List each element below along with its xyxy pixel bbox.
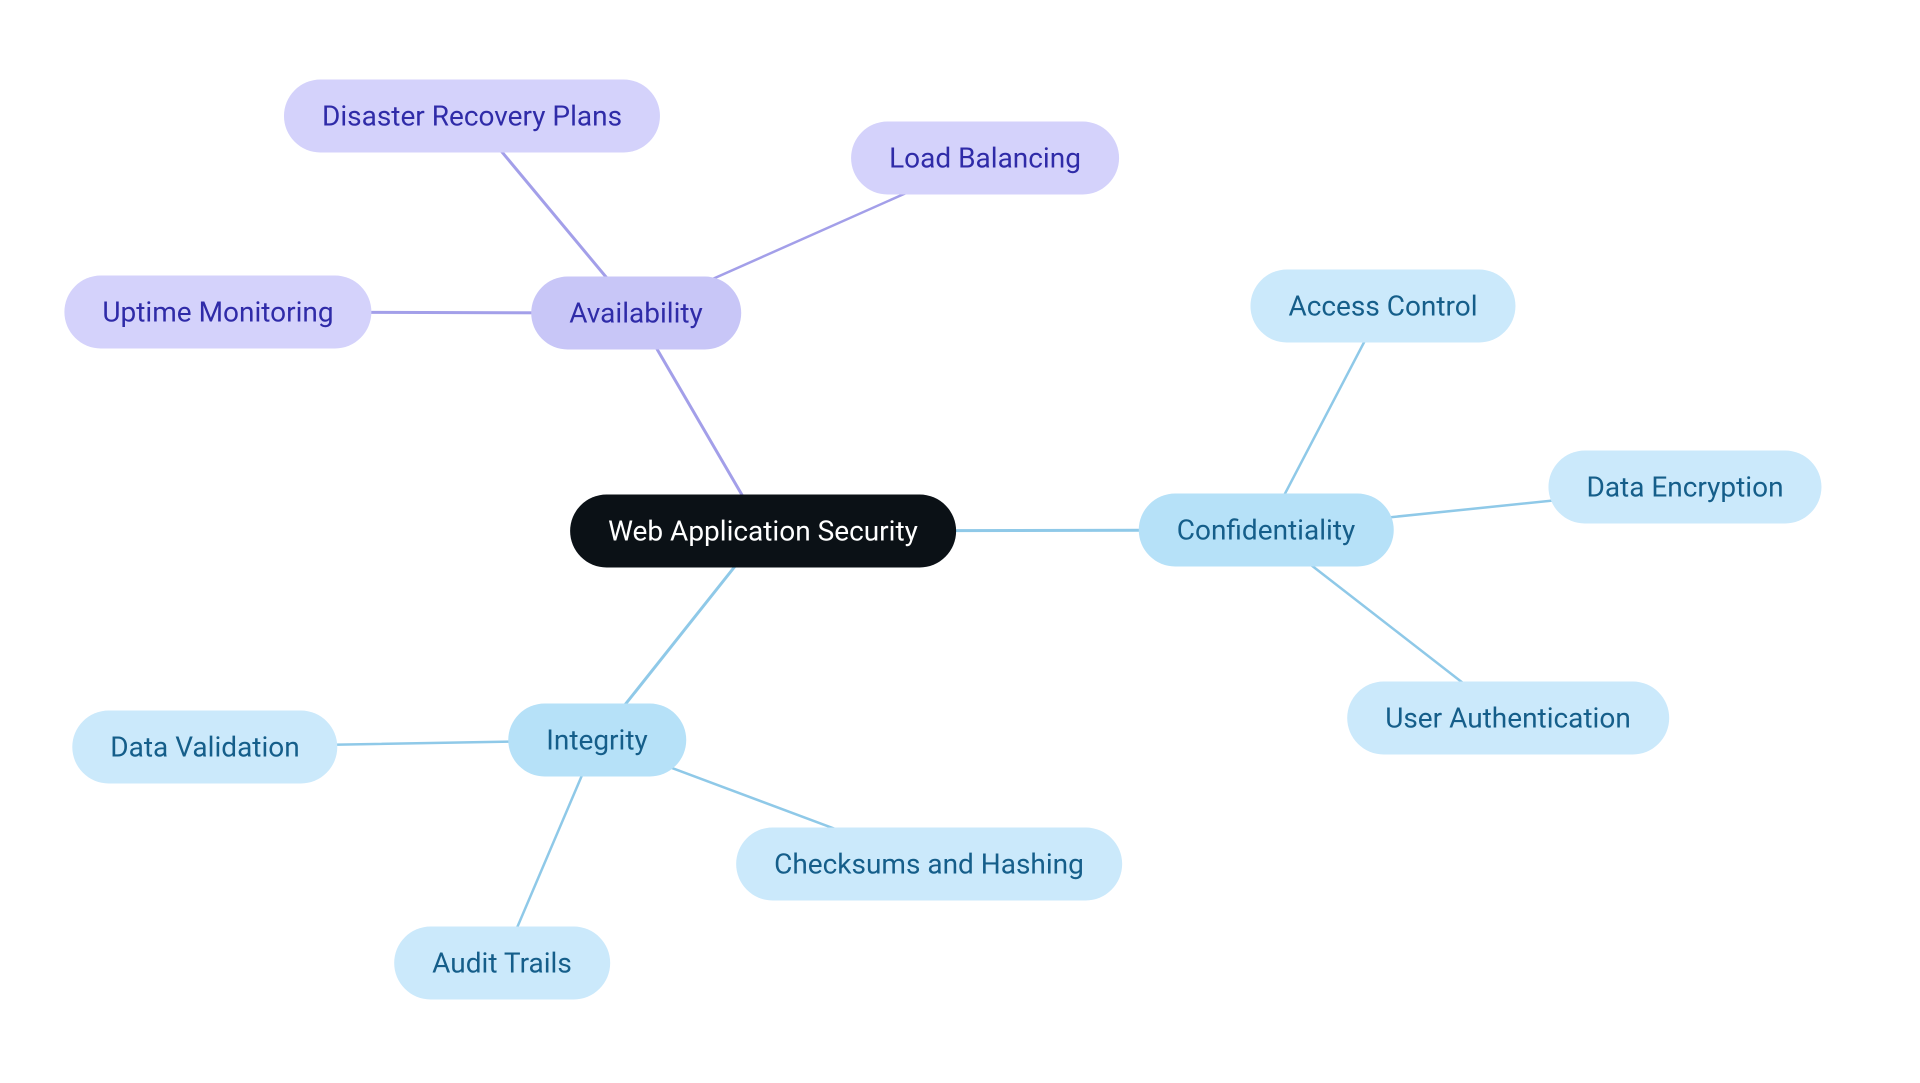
node-data-encryption[interactable]: Data Encryption	[1548, 451, 1821, 524]
node-checksums-and-hashing[interactable]: Checksums and Hashing	[736, 828, 1122, 901]
node-data-validation[interactable]: Data Validation	[72, 711, 337, 784]
node-confidentiality[interactable]: Confidentiality	[1139, 494, 1394, 567]
node-load-balancing[interactable]: Load Balancing	[851, 122, 1119, 195]
node-user-authentication[interactable]: User Authentication	[1347, 682, 1669, 755]
node-access-control[interactable]: Access Control	[1250, 270, 1515, 343]
mindmap-canvas: Web Application Security Availability Di…	[0, 0, 1920, 1083]
node-audit-trails[interactable]: Audit Trails	[394, 927, 610, 1000]
node-root[interactable]: Web Application Security	[570, 495, 956, 568]
node-integrity[interactable]: Integrity	[508, 704, 686, 777]
node-disaster-recovery-plans[interactable]: Disaster Recovery Plans	[284, 80, 660, 153]
node-uptime-monitoring[interactable]: Uptime Monitoring	[64, 276, 371, 349]
node-availability[interactable]: Availability	[531, 277, 741, 350]
